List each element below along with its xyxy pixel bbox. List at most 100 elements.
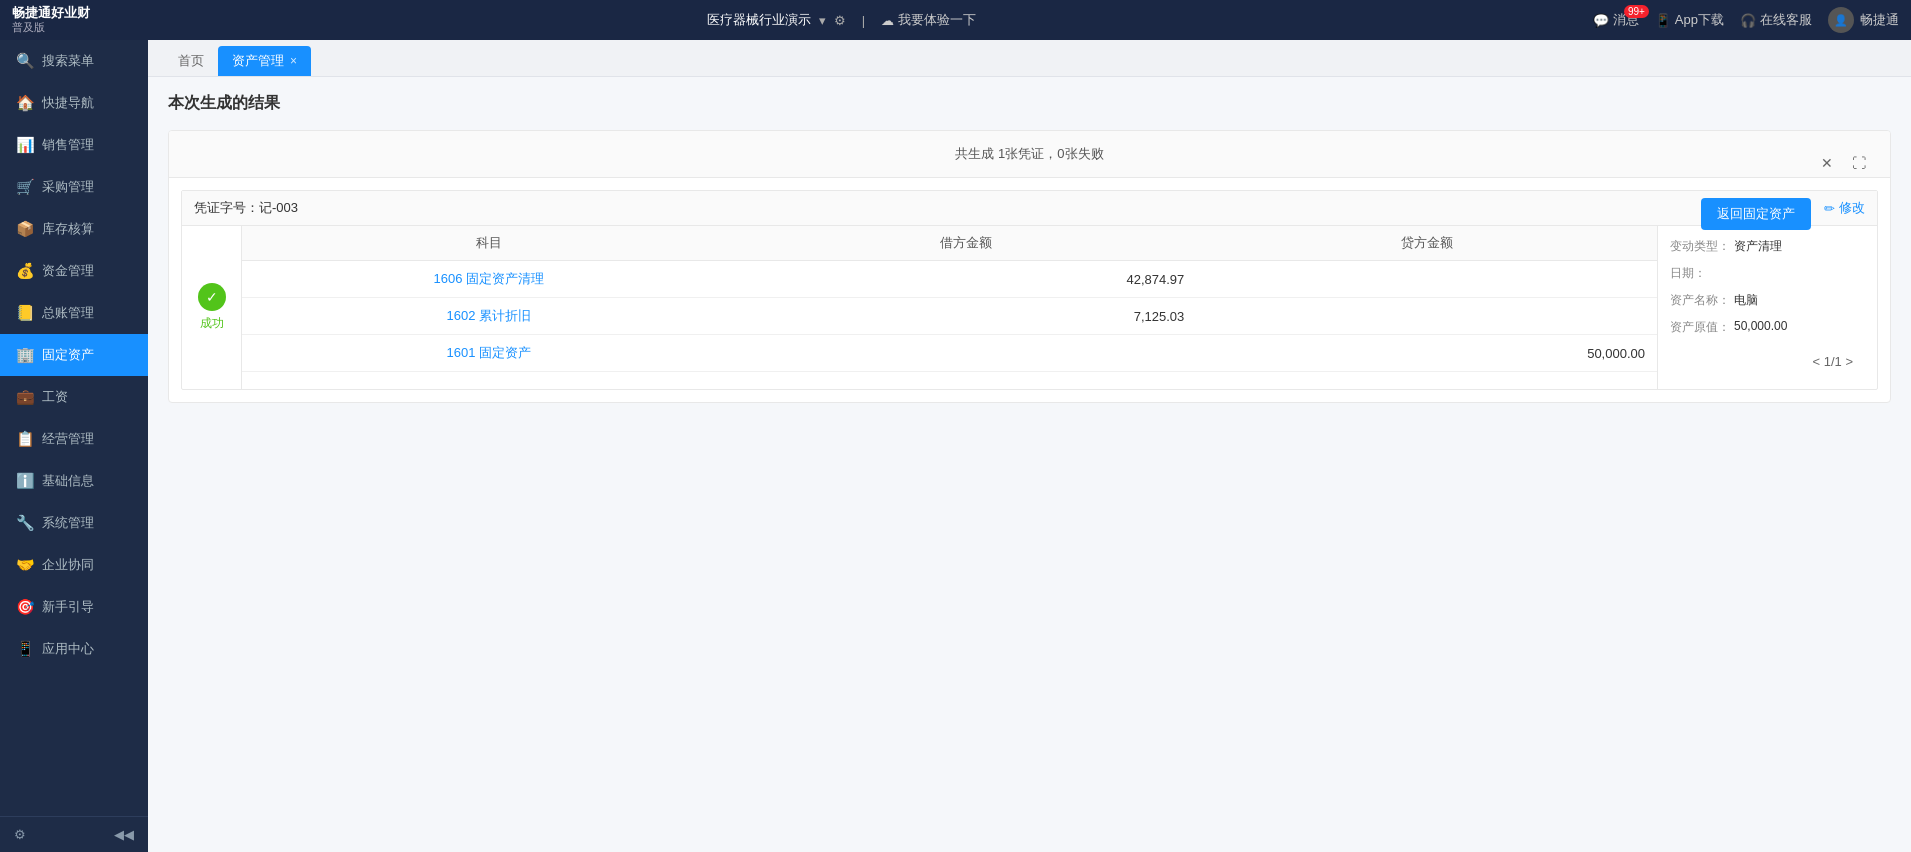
change-type-label: 变动类型： xyxy=(1670,238,1730,255)
tab-close-icon[interactable]: × xyxy=(290,54,297,68)
sidebar-item-inventory[interactable]: 📦 库存核算 xyxy=(0,208,148,250)
avatar-icon: 👤 xyxy=(1834,14,1848,27)
info-row-change-type: 变动类型： 资产清理 xyxy=(1670,238,1865,255)
app-logo: 畅捷通好业财 xyxy=(12,5,90,21)
sidebar-label-funds: 资金管理 xyxy=(42,262,94,280)
service-icon: 🎧 xyxy=(1740,13,1756,28)
subject-1602: 1602 累计折旧 xyxy=(242,298,736,335)
voucher-header: 凭证字号：记-003 ✏ 修改 xyxy=(182,191,1877,226)
sidebar-label-system: 系统管理 xyxy=(42,514,94,532)
return-btn[interactable]: 返回固定资产 xyxy=(1701,198,1811,230)
inventory-icon: 📦 xyxy=(16,220,34,238)
topbar: 畅捷通好业财 普及版 医疗器械行业演示 ▾ ⚙ | ☁ 我要体验一下 💬 消息 … xyxy=(0,0,1911,40)
pagination-text: < 1/1 > xyxy=(1813,354,1853,369)
avatar: 👤 xyxy=(1828,7,1854,33)
content-wrapper: 本次生成的结果 ✕ ⛶ 返回固定资产 共生成 1张凭证，0张失败 xyxy=(168,93,1891,403)
sidebar-settings-icon[interactable]: ⚙ xyxy=(14,827,26,842)
voucher-body: ✓ 成功 科目 xyxy=(182,226,1877,389)
voucher-number: 凭证字号：记-003 xyxy=(194,199,298,217)
download-icon: 📱 xyxy=(1655,13,1671,28)
sidebar-item-payroll[interactable]: 💼 工资 xyxy=(0,376,148,418)
enterprise-icon: 🤝 xyxy=(16,556,34,574)
sidebar-item-quick-nav[interactable]: 🏠 快捷导航 xyxy=(0,82,148,124)
success-icon: ✓ xyxy=(198,283,226,311)
sidebar-item-sales[interactable]: 📊 销售管理 xyxy=(0,124,148,166)
edit-voucher-btn[interactable]: ✏ 修改 xyxy=(1824,199,1865,217)
result-panel: 共生成 1张凭证，0张失败 凭证字号：记-003 ✏ 修改 xyxy=(168,130,1891,403)
online-service-label: 在线客服 xyxy=(1760,11,1812,29)
sidebar-item-ledger[interactable]: 📒 总账管理 xyxy=(0,292,148,334)
pagination[interactable]: < 1/1 > xyxy=(1670,346,1865,377)
sidebar-bottom: ⚙ ◀◀ xyxy=(0,816,148,852)
topbar-center: 医疗器械行业演示 ▾ ⚙ | ☁ 我要体验一下 xyxy=(707,11,976,29)
topbar-settings-icon[interactable]: ⚙ xyxy=(834,13,846,28)
change-type-value: 资产清理 xyxy=(1734,238,1782,255)
sidebar-item-purchase[interactable]: 🛒 采购管理 xyxy=(0,166,148,208)
info-row-original-value: 资产原值： 50,000.00 xyxy=(1670,319,1865,336)
basic-info-icon: ℹ️ xyxy=(16,472,34,490)
online-service-btn[interactable]: 🎧 在线客服 xyxy=(1740,11,1812,29)
credit-1601: 50,000.00 xyxy=(1196,335,1657,372)
sidebar-item-guide[interactable]: 🎯 新手引导 xyxy=(0,586,148,628)
sidebar-label-inventory: 库存核算 xyxy=(42,220,94,238)
edit-icon: ✏ xyxy=(1824,201,1835,216)
sidebar-item-basic-info[interactable]: ℹ️ 基础信息 xyxy=(0,460,148,502)
voucher-table: 科目 借方金额 贷方金额 1606 固定资产清理 xyxy=(242,226,1657,372)
sidebar-label-search: 搜索菜单 xyxy=(42,52,94,70)
expand-btn[interactable]: ⛶ xyxy=(1847,151,1871,175)
table-row: 1601 固定资产 50,000.00 xyxy=(242,335,1657,372)
sidebar-item-search[interactable]: 🔍 搜索菜单 xyxy=(0,40,148,82)
subject-1601: 1601 固定资产 xyxy=(242,335,736,372)
original-value-value: 50,000.00 xyxy=(1734,319,1787,336)
tab-home-label: 首页 xyxy=(178,53,204,68)
tab-asset-mgmt[interactable]: 资产管理 × xyxy=(218,46,311,76)
message-badge: 99+ xyxy=(1624,5,1649,18)
operations-icon: 📋 xyxy=(16,430,34,448)
sidebar-label-app-center: 应用中心 xyxy=(42,640,94,658)
sidebar-item-operations[interactable]: 📋 经营管理 xyxy=(0,418,148,460)
main-layout: 🔍 搜索菜单 🏠 快捷导航 📊 销售管理 🛒 采购管理 📦 库存核算 💰 xyxy=(0,40,1911,852)
voucher-table-wrapper: 科目 借方金额 贷方金额 1606 固定资产清理 xyxy=(242,226,1657,389)
tab-asset-mgmt-label: 资产管理 xyxy=(232,52,284,70)
sidebar-label-quick-nav: 快捷导航 xyxy=(42,94,94,112)
app-center-icon: 📱 xyxy=(16,640,34,658)
edit-label: 修改 xyxy=(1839,199,1865,217)
sidebar-item-system[interactable]: 🔧 系统管理 xyxy=(0,502,148,544)
funds-icon: 💰 xyxy=(16,262,34,280)
sidebar: 🔍 搜索菜单 🏠 快捷导航 📊 销售管理 🛒 采购管理 📦 库存核算 💰 xyxy=(0,40,148,852)
logo-area: 畅捷通好业财 普及版 xyxy=(12,5,90,36)
voucher-block: 凭证字号：记-003 ✏ 修改 xyxy=(181,190,1878,390)
col-header-debit: 借方金额 xyxy=(736,226,1197,261)
username: 畅捷通 xyxy=(1860,11,1899,29)
message-btn[interactable]: 💬 消息 99+ xyxy=(1593,11,1639,29)
table-row: 1606 固定资产清理 42,874.97 xyxy=(242,261,1657,298)
content-area: 首页 资产管理 × 本次生成的结果 ✕ ⛶ 返回固定资 xyxy=(148,40,1911,852)
experience-btn[interactable]: ☁ 我要体验一下 xyxy=(881,11,976,29)
search-icon: 🔍 xyxy=(16,52,34,70)
sidebar-item-enterprise[interactable]: 🤝 企业协同 xyxy=(0,544,148,586)
sidebar-label-purchase: 采购管理 xyxy=(42,178,94,196)
app-download-label: App下载 xyxy=(1675,11,1724,29)
tab-home[interactable]: 首页 xyxy=(164,46,218,76)
status-column: ✓ 成功 xyxy=(182,226,242,389)
sidebar-label-payroll: 工资 xyxy=(42,388,68,406)
sidebar-collapse-icon[interactable]: ◀◀ xyxy=(114,827,134,842)
sidebar-item-app-center[interactable]: 📱 应用中心 xyxy=(0,628,148,670)
ledger-icon: 📒 xyxy=(16,304,34,322)
page-title: 本次生成的结果 xyxy=(168,93,280,114)
company-dropdown-icon[interactable]: ▾ xyxy=(819,13,826,28)
debit-1602: 7,125.03 xyxy=(736,298,1197,335)
close-btn[interactable]: ✕ xyxy=(1815,151,1839,175)
date-label: 日期： xyxy=(1670,265,1706,282)
summary-text: 共生成 1张凭证，0张失败 xyxy=(955,146,1103,161)
app-download-btn[interactable]: 📱 App下载 xyxy=(1655,11,1724,29)
info-panel: 变动类型： 资产清理 日期： 资产名称： 电脑 xyxy=(1657,226,1877,389)
success-text: 成功 xyxy=(200,315,224,332)
result-summary: 共生成 1张凭证，0张失败 xyxy=(169,131,1890,178)
sidebar-item-funds[interactable]: 💰 资金管理 xyxy=(0,250,148,292)
sidebar-item-fixed-assets[interactable]: 🏢 固定资产 xyxy=(0,334,148,376)
user-area[interactable]: 👤 畅捷通 xyxy=(1828,7,1899,33)
sidebar-scroll: 🔍 搜索菜单 🏠 快捷导航 📊 销售管理 🛒 采购管理 📦 库存核算 💰 xyxy=(0,40,148,816)
table-row: 1602 累计折旧 7,125.03 xyxy=(242,298,1657,335)
asset-name-value: 电脑 xyxy=(1734,292,1758,309)
